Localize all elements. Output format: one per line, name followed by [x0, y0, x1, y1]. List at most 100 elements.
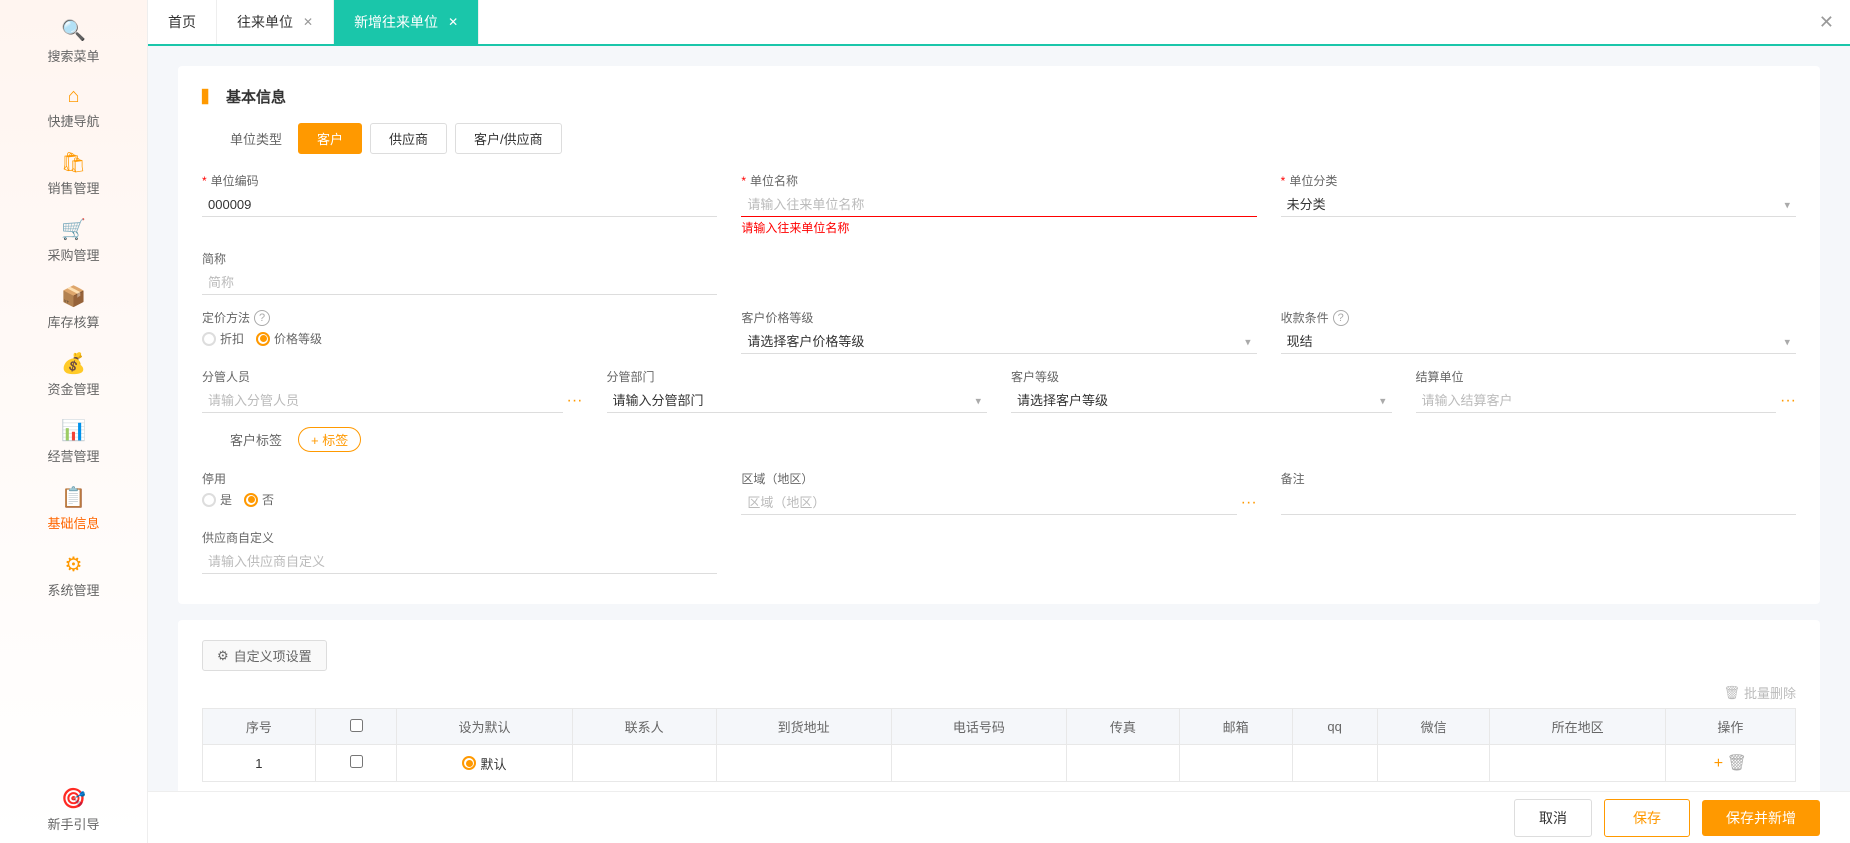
save-button[interactable]: 保存 [1604, 799, 1690, 837]
settlement-unit-label: 结算单位 [1416, 368, 1797, 385]
unit-code-label: 单位编码 [202, 172, 717, 189]
sidebar-item-inventory[interactable]: 📦 库存核算 [0, 274, 147, 341]
sales-icon: 🛍 [61, 150, 86, 175]
cell-wechat [1377, 745, 1490, 782]
radio-price-level[interactable]: 价格等级 [256, 330, 322, 347]
payment-terms-help-icon[interactable]: ? [1333, 310, 1349, 326]
col-wechat: 微信 [1377, 709, 1490, 745]
field-unit-category: 单位分类 未分类 [1281, 172, 1796, 217]
field-customer-price-level: 客户价格等级 请选择客户价格等级 [741, 309, 1256, 354]
tab-new-partner-close[interactable]: ✕ [448, 15, 458, 29]
sidebar: 🔍 搜索菜单 ⌂ 快捷导航 🛍 销售管理 🛒 采购管理 📦 库存核算 💰 资金管… [0, 0, 148, 843]
sidebar-item-finance[interactable]: 💰 资金管理 [0, 341, 147, 408]
custom-settings-label: 自定义项设置 [234, 646, 312, 665]
inventory-icon: 📦 [61, 284, 86, 309]
type-btn-both[interactable]: 客户/供应商 [455, 123, 562, 154]
field-supplier-custom: 供应商自定义 [202, 529, 717, 574]
short-name-label: 简称 [202, 250, 717, 267]
sidebar-label-quicknav: 快捷导航 [47, 111, 99, 130]
unit-code-input[interactable] [202, 193, 717, 217]
sidebar-label-inventory: 库存核算 [47, 312, 99, 331]
sidebar-item-quicknav[interactable]: ⌂ 快捷导航 [0, 75, 147, 140]
customer-tag-label: 客户标签 [202, 430, 282, 449]
radio-yes[interactable]: 是 [202, 491, 232, 508]
department-select[interactable]: 请输入分管部门 [607, 389, 988, 413]
manager-input[interactable] [202, 389, 563, 413]
type-btn-customer[interactable]: 客户 [298, 123, 362, 154]
sidebar-item-operation[interactable]: 📊 经营管理 [0, 408, 147, 475]
unit-type-label: 单位类型 [202, 129, 282, 148]
region-more-btn[interactable]: ··· [1241, 494, 1257, 512]
tab-partners[interactable]: 往来单位 ✕ [217, 0, 334, 44]
col-phone: 电话号码 [891, 709, 1066, 745]
sidebar-item-search[interactable]: 🔍 搜索菜单 [0, 8, 147, 75]
pricing-radio-group: 折扣 价格等级 [202, 330, 717, 351]
sidebar-item-system[interactable]: ⚙ 系统管理 [0, 542, 147, 609]
remark-input[interactable] [1281, 491, 1796, 515]
supplier-custom-input[interactable] [202, 550, 717, 574]
manager-more-btn[interactable]: ··· [567, 392, 583, 410]
select-all-checkbox[interactable] [350, 719, 363, 732]
field-customer-level: 客户等级 请选择客户等级 [1011, 368, 1392, 413]
tab-home-label: 首页 [168, 12, 196, 32]
unit-name-error: 请输入往来单位名称 [741, 219, 1256, 236]
tab-partners-close[interactable]: ✕ [303, 15, 313, 29]
customer-price-level-wrapper: 请选择客户价格等级 [741, 330, 1256, 354]
settlement-unit-input[interactable] [1416, 389, 1777, 413]
region-input[interactable] [741, 491, 1236, 515]
default-radio-circle [462, 756, 476, 770]
content-area: ▋ 基本信息 单位类型 客户 供应商 客户/供应商 单位编码 单位名称 请 [148, 46, 1850, 791]
form-row-3: 定价方法 ? 折扣 价格等级 客户 [202, 309, 1796, 354]
search-icon: 🔍 [61, 18, 86, 43]
unit-name-label: 单位名称 [741, 172, 1256, 189]
custom-settings-btn[interactable]: ⚙ 自定义项设置 [202, 640, 327, 671]
sidebar-item-sales[interactable]: 🛍 销售管理 [0, 140, 147, 207]
department-label: 分管部门 [607, 368, 988, 385]
type-btn-supplier[interactable]: 供应商 [370, 123, 447, 154]
row-checkbox[interactable] [350, 755, 363, 768]
customer-level-select[interactable]: 请选择客户等级 [1011, 389, 1392, 413]
radio-yes-label: 是 [220, 491, 232, 508]
tab-home[interactable]: 首页 [148, 0, 217, 44]
basic-icon: 📋 [61, 485, 86, 510]
unit-category-select-wrapper: 未分类 [1281, 193, 1796, 217]
cell-default: 默认 [397, 745, 572, 782]
disabled-radio-group: 是 否 [202, 491, 717, 512]
radio-no[interactable]: 否 [244, 491, 274, 508]
pricing-help-icon[interactable]: ? [254, 310, 270, 326]
tab-new-partner[interactable]: 新增往来单位 ✕ [334, 0, 479, 44]
sidebar-item-guide[interactable]: 🎯 新手引导 [0, 776, 147, 843]
del-row-btn[interactable]: 🗑 [1727, 753, 1747, 773]
payment-terms-select[interactable]: 现结 [1281, 330, 1796, 354]
form-row-7: 供应商自定义 [202, 529, 1796, 574]
cell-address [716, 745, 891, 782]
radio-discount[interactable]: 折扣 [202, 330, 244, 347]
radio-price-level-circle [256, 332, 270, 346]
batch-delete-area: 🗑 批量删除 [202, 683, 1796, 702]
sidebar-label-finance: 资金管理 [47, 379, 99, 398]
section-title: 基本信息 [226, 86, 286, 107]
customer-price-level-label: 客户价格等级 [741, 309, 1256, 326]
customer-level-wrapper: 请选择客户等级 [1011, 389, 1392, 413]
radio-price-level-label: 价格等级 [274, 330, 322, 347]
unit-category-select[interactable]: 未分类 [1281, 193, 1796, 217]
sidebar-item-basic[interactable]: 📋 基础信息 [0, 475, 147, 542]
unit-name-input[interactable] [741, 193, 1256, 217]
save-new-button[interactable]: 保存并新增 [1702, 800, 1820, 836]
settlement-more-btn[interactable]: ··· [1780, 392, 1796, 410]
radio-discount-circle [202, 332, 216, 346]
cancel-button[interactable]: 取消 [1514, 799, 1592, 837]
row-default-radio[interactable]: 默认 [407, 754, 561, 773]
close-all-tabs[interactable]: ✕ [1803, 0, 1850, 44]
batch-delete-label[interactable]: 批量删除 [1744, 683, 1796, 702]
radio-no-label: 否 [262, 491, 274, 508]
sidebar-item-purchase[interactable]: 🛒 采购管理 [0, 207, 147, 274]
cell-email [1179, 745, 1292, 782]
col-email: 邮箱 [1179, 709, 1292, 745]
field-remark: 备注 [1281, 470, 1796, 515]
col-address: 到货地址 [716, 709, 891, 745]
add-tag-btn[interactable]: + 标签 [298, 427, 361, 452]
add-row-btn[interactable]: + [1714, 755, 1723, 773]
short-name-input[interactable] [202, 271, 717, 295]
customer-price-level-select[interactable]: 请选择客户价格等级 [741, 330, 1256, 354]
